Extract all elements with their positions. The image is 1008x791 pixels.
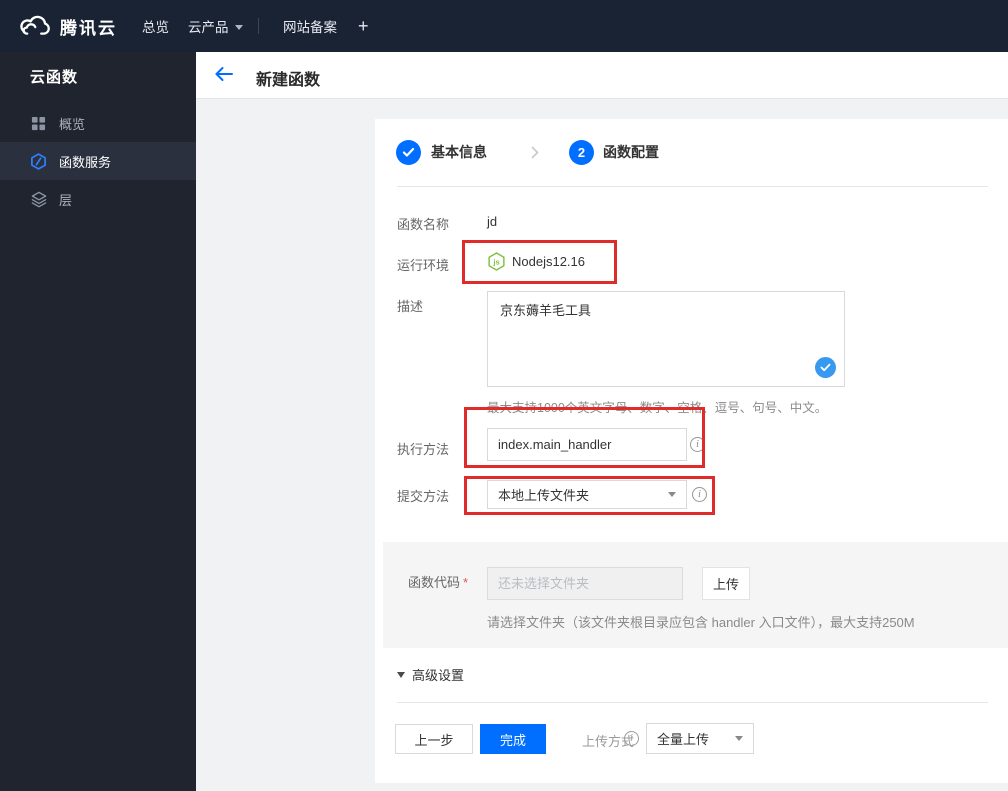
check-icon: [402, 147, 415, 157]
triangle-down-icon: [397, 671, 405, 678]
submit-method-value: 本地上传文件夹: [498, 488, 590, 503]
required-asterisk: *: [463, 575, 469, 590]
svg-text:js: js: [492, 257, 499, 266]
folder-path-input: [487, 567, 683, 600]
step1-label: 基本信息: [431, 144, 487, 160]
cloud-logo-icon: [18, 15, 51, 38]
caret-down-icon: [668, 492, 676, 497]
chevron-down-icon: [234, 24, 243, 30]
back-button[interactable]: [214, 66, 236, 86]
layers-icon: [30, 191, 47, 208]
valid-check-icon: [815, 357, 836, 378]
chevron-right-icon: [531, 146, 539, 159]
grid-icon: [30, 115, 47, 132]
previous-step-button[interactable]: 上一步: [395, 724, 473, 754]
sidebar-item-layers[interactable]: 层: [0, 180, 196, 218]
description-help-text: 最大支持1000个英文字母、数字、空格、逗号、句号、中文。: [487, 401, 828, 415]
topnav-website-beian[interactable]: 网站备案: [283, 0, 337, 52]
handler-label: 执行方法: [397, 442, 450, 457]
submit-method-info-icon[interactable]: i: [692, 487, 707, 502]
handler-info-icon[interactable]: i: [690, 437, 705, 452]
sidebar: 云函数 概览 函数服务 层: [0, 52, 196, 791]
brand-logo[interactable]: 腾讯云: [18, 0, 117, 52]
function-code-section: 函数代码* 上传 请选择文件夹（该文件夹根目录应包含 handler 入口文件）…: [383, 542, 1008, 648]
top-navbar: 腾讯云 总览 云产品 网站备案 +: [0, 0, 1008, 52]
content-area: 基本信息 2 函数配置 函数名称 jd 运行环境 js Nodejs12.16 …: [196, 100, 1008, 791]
function-name-label: 函数名称: [397, 217, 450, 232]
sidebar-item-function-service[interactable]: 函数服务: [0, 142, 196, 180]
function-name-value: jd: [487, 214, 498, 229]
advanced-settings-label: 高级设置: [412, 668, 465, 683]
step-indicator: 基本信息 2 函数配置: [396, 139, 659, 165]
page-header: 新建函数: [196, 52, 1008, 99]
function-code-help-text: 请选择文件夹（该文件夹根目录应包含 handler 入口文件），最大支持250M: [487, 615, 915, 630]
divider: [397, 702, 988, 703]
topnav-add-button[interactable]: +: [358, 0, 369, 52]
upload-button[interactable]: 上传: [702, 567, 750, 600]
function-code-label: 函数代码 *: [408, 575, 469, 590]
submit-method-label: 提交方法: [397, 489, 450, 504]
step2-number-circle: 2: [569, 139, 594, 165]
description-field-wrap: 京东薅羊毛工具: [487, 291, 845, 387]
sidebar-item-overview[interactable]: 概览: [0, 104, 196, 142]
description-label: 描述: [397, 299, 424, 314]
runtime-label: 运行环境: [397, 258, 450, 273]
create-function-card: 基本信息 2 函数配置 函数名称 jd 运行环境 js Nodejs12.16 …: [375, 119, 1008, 783]
caret-down-icon: [735, 736, 743, 741]
handler-input[interactable]: [487, 428, 687, 461]
plus-icon: +: [358, 15, 369, 36]
upload-mode-select[interactable]: 全量上传: [646, 723, 754, 754]
step1-done-circle: [396, 139, 421, 165]
function-hexagon-icon: [30, 152, 47, 170]
sidebar-item-label: 层: [59, 192, 73, 208]
runtime-value-row: js Nodejs12.16: [488, 252, 585, 271]
sidebar-item-label: 概览: [59, 116, 86, 132]
runtime-value: Nodejs12.16: [512, 254, 585, 269]
sidebar-product-title: 云函数: [30, 69, 79, 86]
finish-button[interactable]: 完成: [480, 724, 546, 754]
topnav-overview[interactable]: 总览: [142, 0, 169, 52]
upload-mode-info-icon[interactable]: i: [624, 731, 639, 746]
step2-label: 函数配置: [603, 144, 659, 160]
topnav-divider: [258, 18, 259, 34]
page-title: 新建函数: [256, 72, 321, 89]
upload-mode-value: 全量上传: [657, 732, 710, 747]
submit-method-select[interactable]: 本地上传文件夹: [487, 480, 687, 509]
brand-name: 腾讯云: [60, 18, 117, 38]
nodejs-icon: js: [488, 252, 505, 271]
divider: [397, 186, 988, 187]
advanced-settings-toggle[interactable]: 高级设置: [397, 665, 464, 684]
topnav-cloud-products[interactable]: 云产品: [188, 0, 243, 52]
sidebar-item-label: 函数服务: [59, 154, 112, 170]
description-textarea[interactable]: 京东薅羊毛工具: [487, 291, 845, 387]
